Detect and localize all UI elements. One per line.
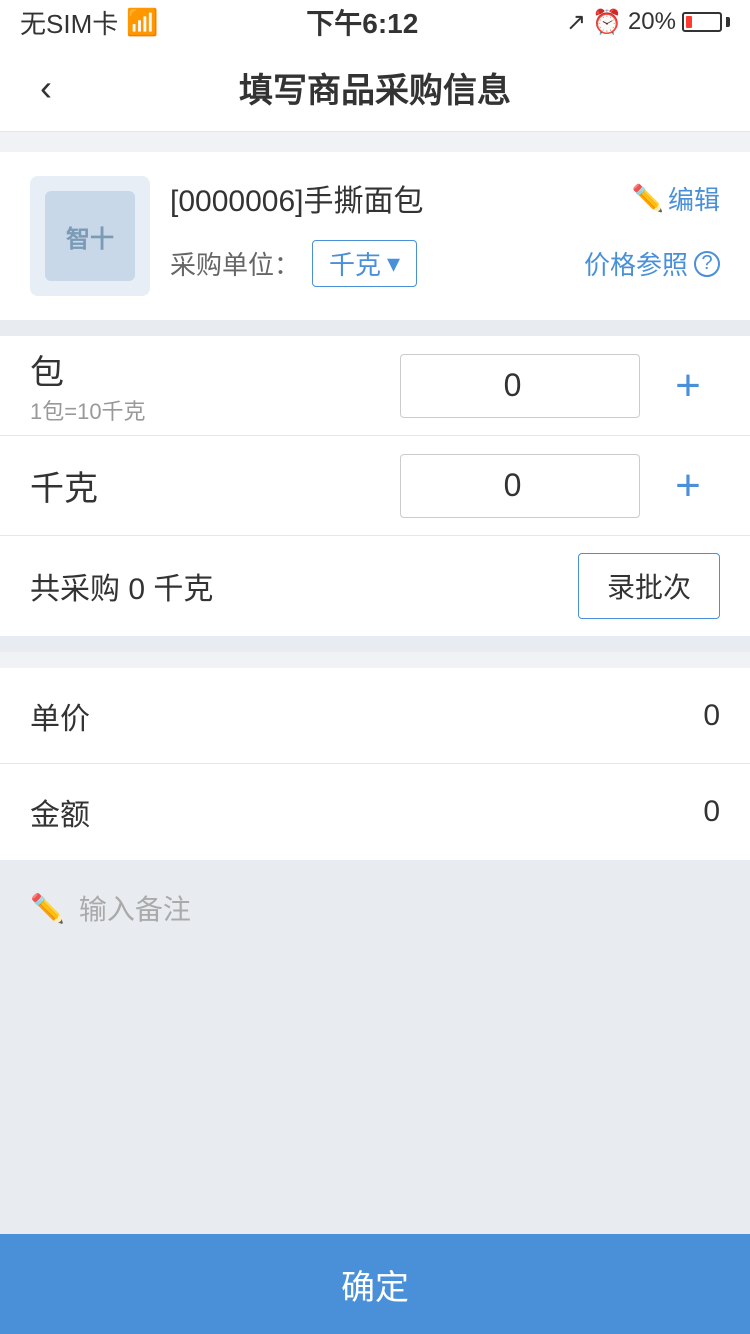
amount-value: 0: [703, 795, 720, 829]
location-icon: ↗: [566, 8, 586, 37]
price-ref-button[interactable]: 价格参照 ?: [584, 245, 720, 282]
section-divider-2: [0, 636, 750, 652]
kg-input[interactable]: [400, 454, 640, 518]
bag-label: 包: [30, 345, 150, 394]
wifi-icon: 📶: [126, 7, 158, 38]
status-time: 下午6:12: [306, 2, 418, 42]
unit-price-value: 0: [703, 699, 720, 733]
product-card: 智十 [0000006]手撕面包 ✏️ 编辑 采购单位： 千克 ▾ 价格参照: [0, 152, 750, 320]
batch-button[interactable]: 录批次: [578, 553, 720, 619]
unit-price-label: 单价: [30, 694, 90, 738]
kg-label: 千克: [30, 461, 150, 510]
bag-label-container: 包 1包=10千克: [30, 345, 150, 426]
kg-field-wrap: +: [150, 454, 720, 518]
product-name-row: [0000006]手撕面包 ✏️ 编辑: [170, 176, 720, 220]
product-name: [0000006]手撕面包: [170, 176, 423, 220]
kg-label-container: 千克: [30, 461, 150, 510]
page-title: 填写商品采购信息: [239, 63, 511, 112]
nav-bar: ‹ 填写商品采购信息: [0, 44, 750, 132]
edit-button[interactable]: ✏️ 编辑: [632, 180, 720, 217]
product-unit-row: 采购单位： 千克 ▾ 价格参照 ?: [170, 240, 720, 287]
carrier-label: 无SIM卡: [20, 4, 118, 41]
product-info: [0000006]手撕面包 ✏️ 编辑 采购单位： 千克 ▾ 价格参照 ?: [170, 176, 720, 287]
summary-quantity: 0: [128, 573, 145, 606]
back-button[interactable]: ‹: [30, 57, 62, 119]
section-divider-1: [0, 320, 750, 336]
unit-price-row: 单价 0: [0, 668, 750, 764]
bag-field-wrap: +: [150, 354, 720, 418]
unit-label: 采购单位：: [170, 245, 300, 282]
bag-plus-button[interactable]: +: [656, 354, 720, 418]
summary-text: 共采购 0 千克: [30, 564, 213, 608]
product-logo: 智十: [45, 191, 135, 281]
input-section: 包 1包=10千克 + 千克 +: [0, 336, 750, 536]
summary-row: 共采购 0 千克 录批次: [0, 536, 750, 636]
pencil-icon: ✏️: [30, 892, 65, 925]
unit-select[interactable]: 千克 ▾: [312, 240, 417, 287]
battery-icon: [682, 12, 730, 32]
price-section: 单价 0 金额 0: [0, 668, 750, 860]
remark-placeholder: 输入备注: [79, 888, 191, 928]
info-icon: ?: [694, 251, 720, 277]
status-left: 无SIM卡 📶: [20, 4, 159, 41]
bag-input[interactable]: [400, 354, 640, 418]
remark-section[interactable]: ✏️ 输入备注: [0, 860, 750, 956]
chevron-down-icon: ▾: [387, 248, 400, 279]
edit-icon: ✏️: [632, 183, 664, 214]
bag-input-row: 包 1包=10千克 +: [0, 336, 750, 436]
product-image: 智十: [30, 176, 150, 296]
kg-input-row: 千克 +: [0, 436, 750, 536]
confirm-button[interactable]: 确定: [0, 1234, 750, 1334]
alarm-icon: ⏰: [592, 8, 622, 37]
amount-row: 金额 0: [0, 764, 750, 860]
kg-plus-button[interactable]: +: [656, 454, 720, 518]
battery-percent: 20%: [628, 8, 676, 36]
amount-label: 金额: [30, 790, 90, 834]
status-bar: 无SIM卡 📶 下午6:12 ↗ ⏰ 20%: [0, 0, 750, 44]
bag-sub-label: 1包=10千克: [30, 394, 150, 426]
status-right: ↗ ⏰ 20%: [566, 8, 730, 37]
